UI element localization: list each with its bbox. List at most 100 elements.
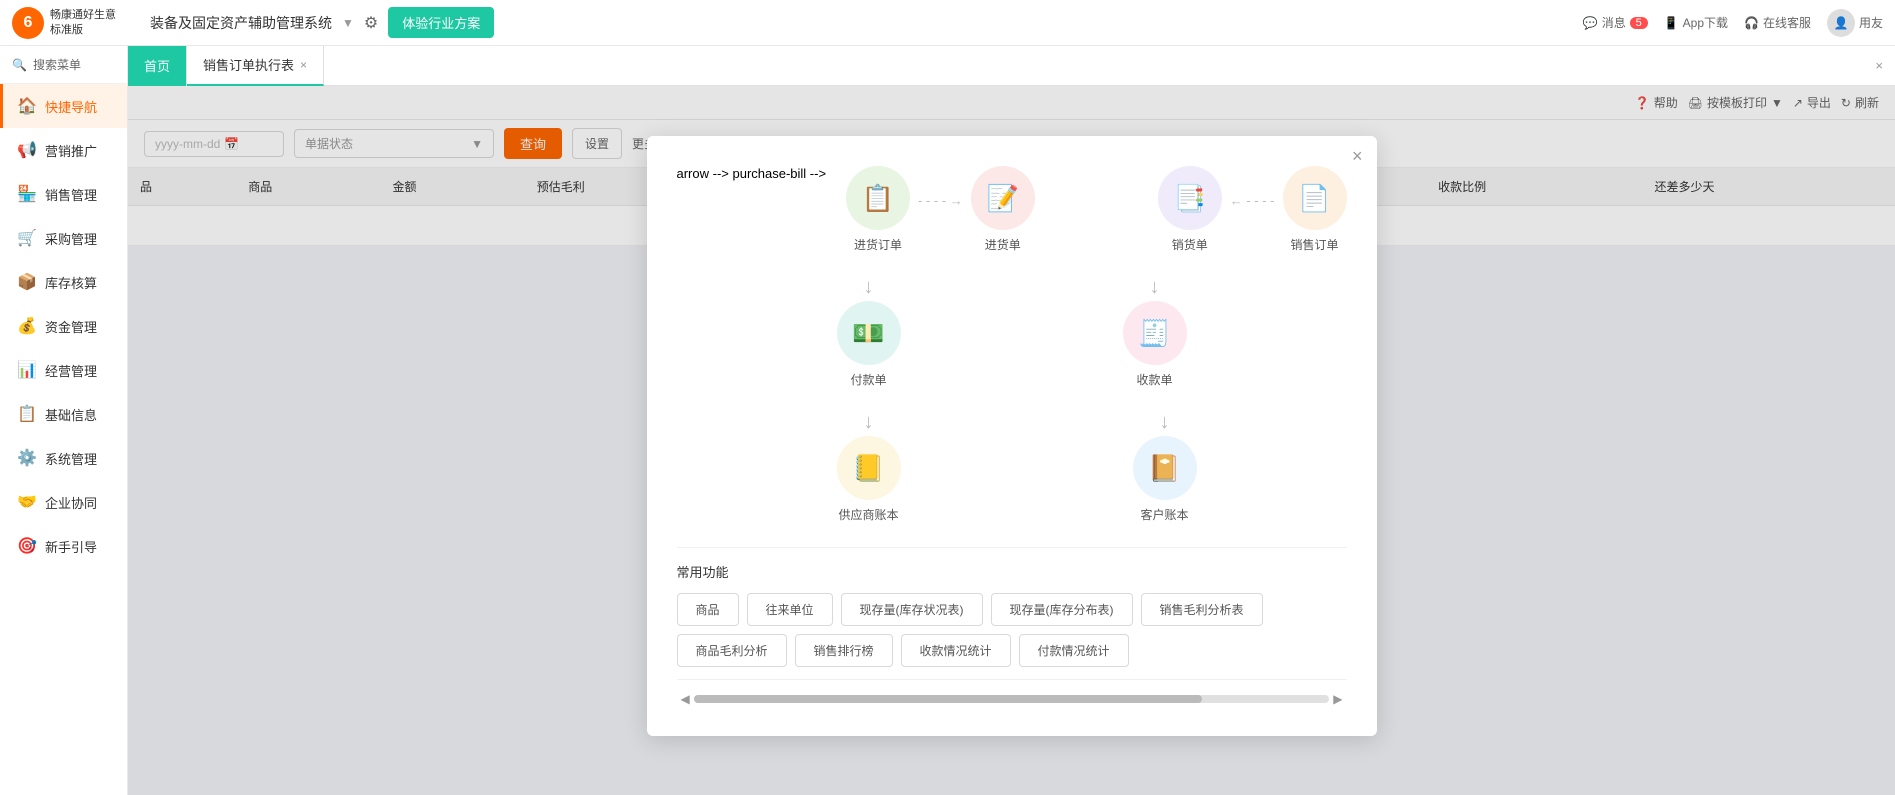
flow-node-customer-account[interactable]: 📔 客户账本: [1133, 436, 1197, 523]
modal-close-button[interactable]: ×: [1352, 146, 1363, 167]
quick-nav-modal: × arrow --> purchase-bill --> 📋 进货订单: [647, 136, 1377, 736]
user-avatar: 👤: [1827, 9, 1855, 37]
top-bar-right: 💬 消息 5 📱 App下载 🎧 在线客服 👤 用友: [1583, 9, 1883, 37]
tab-sales-order-exec[interactable]: 销售订单执行表 ×: [187, 46, 324, 86]
payment-icon: 💵: [837, 301, 901, 365]
sidebar-item-inventory[interactable]: 📦 库存核算: [0, 260, 127, 304]
newbie-icon: 🎯: [17, 536, 37, 556]
modal-scroll: ◀ ▶: [677, 679, 1347, 706]
func-btn-2[interactable]: 现存量(库存状况表): [841, 593, 983, 626]
settings-icon[interactable]: ⚙: [364, 13, 378, 33]
tab-close-icon[interactable]: ×: [300, 58, 307, 72]
sidebar-item-finance[interactable]: 💰 资金管理: [0, 304, 127, 348]
message-badge: 5: [1630, 17, 1648, 29]
sidebar: 🔍 搜索菜单 🏠 快捷导航 📢营销推广 🏪 销售管理 🛒 采购管理 📦 库存核算 💰 资金管理 📊 经营…: [0, 46, 128, 795]
system-icon: ⚙️: [17, 448, 37, 468]
operations-icon: 📊: [17, 360, 37, 380]
flow-node-payment[interactable]: 💵 付款单: [837, 301, 901, 388]
sidebar-label-enterprise: 企业协同: [45, 493, 97, 512]
top-bar: 6 畅康通好生意 标准版 装备及固定资产辅助管理系统 ▼ ⚙ 体验行业方案 💬 …: [0, 0, 1895, 46]
active-tab-label: 销售订单执行表: [203, 55, 294, 74]
basic-info-icon: 📋: [17, 404, 37, 424]
func-btn-0[interactable]: 商品: [677, 593, 739, 626]
func-btn-7[interactable]: 收款情况统计: [901, 634, 1011, 667]
message-button[interactable]: 💬 消息 5: [1583, 14, 1648, 31]
supplier-account-icon: 📒: [837, 436, 901, 500]
flow-node-sales-bill[interactable]: 📑 销货单: [1158, 166, 1222, 253]
flow-node-receipt[interactable]: 🧾 收款单: [1123, 301, 1187, 388]
flow-node-supplier-account[interactable]: 📒 供应商账本: [837, 436, 901, 523]
sidebar-label-sales: 销售管理: [45, 185, 97, 204]
sidebar-label-inventory: 库存核算: [45, 273, 97, 292]
service-icon: 🎧: [1744, 16, 1759, 30]
scroll-right-icon[interactable]: ▶: [1329, 692, 1346, 706]
inventory-icon: 📦: [17, 272, 37, 292]
flow-node-purchase-bill[interactable]: 📝 进货单: [971, 166, 1035, 253]
sidebar-label-newbie: 新手引导: [45, 537, 97, 556]
purchase-bill-icon: 📝: [971, 166, 1035, 230]
tab-home[interactable]: 首页: [128, 46, 187, 86]
sidebar-item-operations[interactable]: 📊 经营管理: [0, 348, 127, 392]
purchase-bill-label: 进货单: [985, 236, 1021, 253]
payment-label: 付款单: [850, 371, 886, 388]
message-icon: 💬: [1583, 16, 1598, 30]
sidebar-item-basic-info[interactable]: 📋 基础信息: [0, 392, 127, 436]
enterprise-icon: 🤝: [17, 492, 37, 512]
sidebar-label-operations: 经营管理: [45, 361, 97, 380]
receipt-label: 收款单: [1136, 371, 1172, 388]
home-tab-label: 首页: [144, 56, 170, 75]
quick-nav-icon: 🏠: [17, 96, 37, 116]
scroll-left-icon[interactable]: ◀: [677, 692, 694, 706]
marketing-icon: 📢: [17, 140, 37, 160]
flow-node-sales-order[interactable]: 📄 销售订单: [1283, 166, 1347, 253]
func-btn-8[interactable]: 付款情况统计: [1019, 634, 1129, 667]
sidebar-item-sales[interactable]: 🏪 销售管理: [0, 172, 127, 216]
experience-button[interactable]: 体验行业方案: [388, 7, 494, 38]
online-service-button[interactable]: 🎧 在线客服: [1744, 14, 1811, 31]
sales-order-label: 销售订单: [1290, 236, 1338, 253]
func-btn-5[interactable]: 商品毛利分析: [677, 634, 787, 667]
tab-bar: 首页 销售订单执行表 × ×: [128, 46, 1895, 86]
sidebar-item-quick-nav[interactable]: 🏠 快捷导航: [0, 84, 127, 128]
purchase-order-label: 进货订单: [854, 236, 902, 253]
sidebar-item-newbie[interactable]: 🎯 新手引导: [0, 524, 127, 568]
sales-icon: 🏪: [17, 184, 37, 204]
sidebar-search[interactable]: 🔍 搜索菜单: [0, 46, 127, 84]
download-icon: 📱: [1664, 16, 1679, 30]
sales-bill-icon: 📑: [1158, 166, 1222, 230]
func-btn-1[interactable]: 往来单位: [747, 593, 833, 626]
modal-overlay[interactable]: × arrow --> purchase-bill --> 📋 进货订单: [128, 86, 1895, 795]
system-title: 装备及固定资产辅助管理系统: [150, 13, 332, 33]
sidebar-item-enterprise[interactable]: 🤝 企业协同: [0, 480, 127, 524]
finance-icon: 💰: [17, 316, 37, 336]
sales-bill-label: 销货单: [1172, 236, 1208, 253]
func-btn-4[interactable]: 销售毛利分析表: [1141, 593, 1263, 626]
user-area[interactable]: 👤 用友: [1827, 9, 1883, 37]
app-download-button[interactable]: 📱 App下载: [1664, 14, 1728, 31]
func-btn-6[interactable]: 销售排行榜: [795, 634, 893, 667]
sidebar-label-purchase: 采购管理: [45, 229, 97, 248]
system-dropdown-icon[interactable]: ▼: [342, 16, 354, 30]
sidebar-item-system[interactable]: ⚙️ 系统管理: [0, 436, 127, 480]
scroll-thumb: [694, 695, 1202, 703]
customer-account-label: 客户账本: [1140, 506, 1188, 523]
logo-area: 6 畅康通好生意 标准版: [12, 7, 140, 39]
common-func-title: 常用功能: [677, 562, 1347, 581]
flow-node-purchase-order[interactable]: 📋 进货订单: [846, 166, 910, 253]
sidebar-item-marketing[interactable]: 📢营销推广: [0, 128, 127, 172]
logo-text: 畅康通好生意 标准版: [50, 8, 116, 37]
func-buttons-row1: 商品往来单位现存量(库存状况表)现存量(库存分布表)销售毛利分析表商品毛利分析销…: [677, 593, 1347, 667]
receipt-icon: 🧾: [1123, 301, 1187, 365]
sidebar-label-quick-nav: 快捷导航: [45, 97, 97, 116]
scroll-track[interactable]: [694, 695, 1330, 703]
sidebar-item-purchase[interactable]: 🛒 采购管理: [0, 216, 127, 260]
sidebar-label-system: 系统管理: [45, 449, 97, 468]
content-area: 首页 销售订单执行表 × × ❓ 帮助: [128, 46, 1895, 795]
tab-bar-close-right[interactable]: ×: [1863, 58, 1895, 73]
sidebar-label-basic-info: 基础信息: [45, 405, 97, 424]
purchase-order-icon: 📋: [846, 166, 910, 230]
sales-order-icon: 📄: [1283, 166, 1347, 230]
purchase-icon: 🛒: [17, 228, 37, 248]
sidebar-label-finance: 资金管理: [45, 317, 97, 336]
func-btn-3[interactable]: 现存量(库存分布表): [991, 593, 1133, 626]
